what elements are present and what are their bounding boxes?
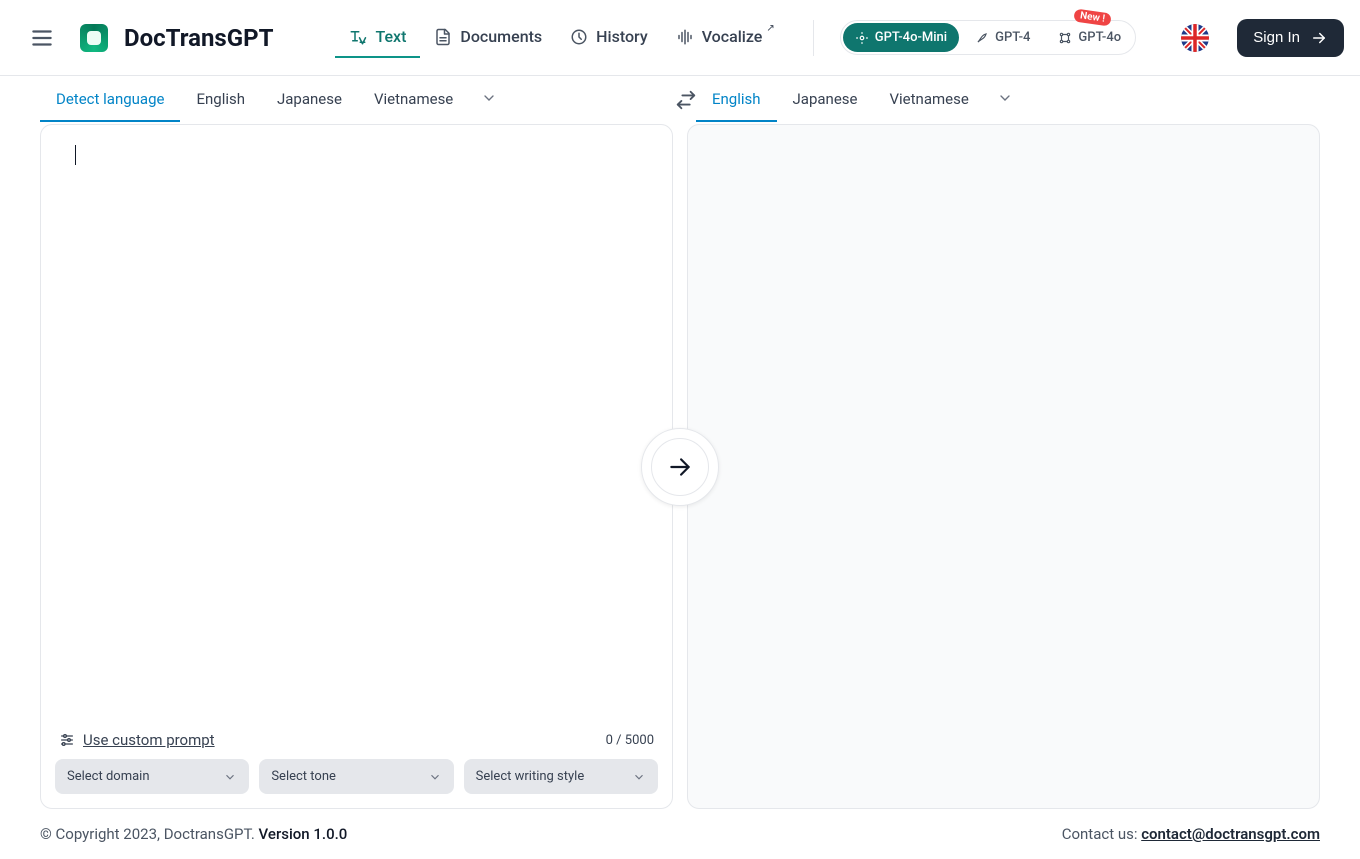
domain-select-placeholder: Select domain: [67, 769, 150, 784]
arrow-right-icon: [667, 454, 693, 480]
footer-right: Contact us: contact@doctransgpt.com: [1062, 825, 1320, 843]
tab-text-label: Text: [375, 27, 406, 46]
tab-text[interactable]: Text: [335, 17, 420, 58]
uk-flag-icon: [1181, 24, 1209, 52]
node-icon: [1058, 31, 1072, 45]
tone-select-placeholder: Select tone: [271, 769, 336, 784]
tab-history-label: History: [596, 27, 648, 46]
version-text: Version 1.0.0: [259, 825, 348, 843]
language-bar: Detect language English Japanese Vietnam…: [0, 76, 1360, 124]
primary-nav: Text Documents History Vocalize ↗: [335, 17, 792, 58]
model-option-gpt4[interactable]: GPT-4: [963, 23, 1042, 52]
contact-email-link[interactable]: contact@doctransgpt.com: [1141, 825, 1320, 843]
tab-documents-label: Documents: [460, 27, 542, 46]
domain-select[interactable]: Select domain: [55, 759, 249, 794]
target-lang-vietnamese[interactable]: Vietnamese: [873, 78, 984, 122]
app-header: DocTransGPT Text Documents History Vocal…: [0, 0, 1360, 76]
target-language-tabs: English Japanese Vietnamese: [660, 78, 1320, 122]
character-count: 0 / 5000: [606, 733, 654, 748]
tab-vocalize[interactable]: Vocalize ↗: [662, 17, 793, 58]
footer-row: Use custom prompt 0 / 5000: [55, 731, 658, 749]
language-switch-button[interactable]: [1181, 24, 1209, 52]
copyright-text: © Copyright 2023, DoctransGPT.: [40, 825, 259, 843]
source-lang-japanese[interactable]: Japanese: [261, 78, 358, 122]
history-icon: [570, 28, 588, 46]
source-pane-footer: Use custom prompt 0 / 5000 Select domain…: [41, 721, 672, 808]
chevron-down-icon: [428, 770, 442, 784]
source-lang-english[interactable]: English: [180, 78, 261, 122]
sign-in-button[interactable]: Sign In: [1237, 19, 1344, 57]
custom-prompt-label: Use custom prompt: [83, 731, 215, 749]
app-logo: [80, 24, 108, 52]
chevron-down-icon: [632, 770, 646, 784]
tab-documents[interactable]: Documents: [420, 17, 556, 58]
target-lang-japanese[interactable]: Japanese: [777, 78, 874, 122]
translate-icon: [349, 28, 367, 46]
source-lang-more-button[interactable]: [469, 78, 509, 122]
source-lang-detect[interactable]: Detect language: [40, 78, 180, 122]
custom-prompt-button[interactable]: Use custom prompt: [59, 731, 215, 749]
source-lang-vietnamese[interactable]: Vietnamese: [358, 78, 469, 122]
translate-button[interactable]: [641, 428, 719, 506]
app-title: DocTransGPT: [124, 24, 273, 52]
chevron-down-icon: [481, 90, 497, 106]
contact-prefix: Contact us:: [1062, 825, 1142, 843]
style-select-placeholder: Select writing style: [476, 769, 585, 784]
main-content: Use custom prompt 0 / 5000 Select domain…: [0, 124, 1360, 809]
sparkle-icon: [855, 31, 869, 45]
document-icon: [434, 28, 452, 46]
header-divider: [813, 20, 814, 56]
swap-languages-button[interactable]: [672, 86, 700, 114]
sliders-icon: [59, 732, 75, 748]
external-link-icon: ↗: [766, 23, 774, 34]
chevron-down-icon: [223, 770, 237, 784]
page-footer: © Copyright 2023, DoctransGPT. Version 1…: [0, 809, 1360, 859]
source-pane: Use custom prompt 0 / 5000 Select domain…: [40, 124, 673, 809]
model-option-gpt4o-mini[interactable]: GPT-4o-Mini: [843, 23, 959, 52]
model-label: GPT-4: [995, 30, 1030, 45]
logo-icon: [80, 24, 108, 52]
model-label: GPT-4o: [1078, 30, 1121, 45]
style-select[interactable]: Select writing style: [464, 759, 658, 794]
swap-icon: [675, 89, 697, 111]
target-pane: [687, 124, 1320, 809]
target-lang-more-button[interactable]: [985, 78, 1025, 122]
model-selector: New ! GPT-4o-Mini GPT-4 GPT-4o: [840, 20, 1136, 55]
target-lang-english[interactable]: English: [696, 78, 777, 122]
text-cursor: [75, 145, 76, 165]
arrow-right-icon: [1310, 29, 1328, 47]
model-label: GPT-4o-Mini: [875, 30, 947, 45]
menu-button[interactable]: [18, 14, 66, 62]
style-selectors: Select domain Select tone Select writing…: [55, 759, 658, 794]
tab-history[interactable]: History: [556, 17, 662, 58]
model-option-gpt4o[interactable]: GPT-4o: [1046, 23, 1133, 52]
tone-select[interactable]: Select tone: [259, 759, 453, 794]
chevron-down-icon: [997, 90, 1013, 106]
source-language-tabs: Detect language English Japanese Vietnam…: [0, 78, 660, 122]
footer-left: © Copyright 2023, DoctransGPT. Version 1…: [40, 825, 347, 843]
waveform-icon: [676, 28, 694, 46]
source-text-input[interactable]: [41, 125, 672, 721]
sign-in-label: Sign In: [1253, 29, 1300, 46]
tab-vocalize-label: Vocalize: [702, 27, 763, 46]
rocket-icon: [975, 31, 989, 45]
